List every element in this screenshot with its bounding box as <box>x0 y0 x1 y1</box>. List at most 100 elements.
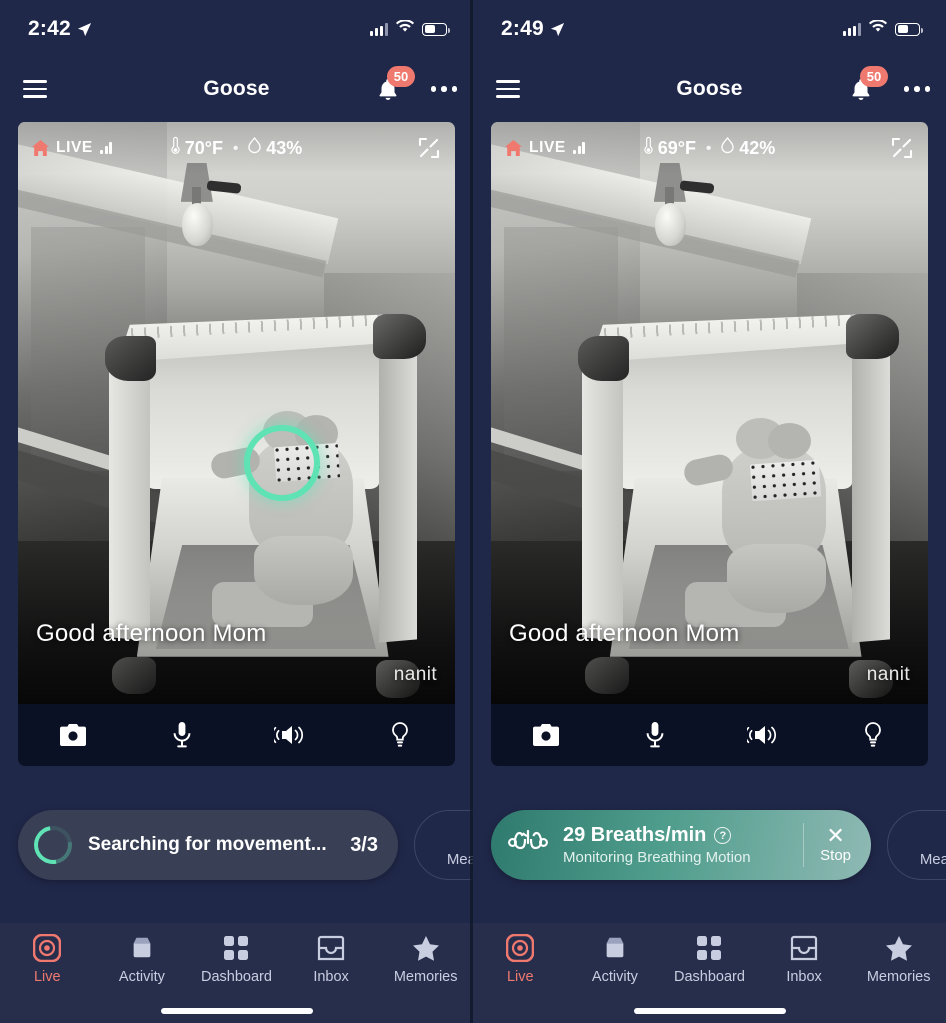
video-overlay-top: LIVE 70°F • 43% <box>18 122 455 174</box>
speaker-sound-icon[interactable] <box>737 711 791 759</box>
tab-memories[interactable]: Memories <box>378 933 473 985</box>
live-video-feed[interactable]: LIVE 70°F • 43% Good afternoon Mom nanit <box>18 122 455 704</box>
home-indicator <box>633 1008 786 1014</box>
inbox-tray-icon <box>316 933 346 963</box>
breathing-detection-ring <box>244 425 320 501</box>
tab-activity[interactable]: Activity <box>568 933 663 985</box>
home-icon <box>32 140 49 156</box>
notifications-button[interactable]: 50 <box>375 66 415 109</box>
stop-monitoring-button[interactable]: ✕ Stop <box>803 823 851 867</box>
video-control-bar <box>491 704 928 766</box>
breathing-rate-value: 29 Breaths/min <box>563 824 707 846</box>
tab-label: Activity <box>118 969 165 985</box>
dashboard-grid-icon <box>221 933 251 963</box>
fullscreen-expand-icon[interactable] <box>417 136 441 160</box>
ios-status-bar: 2:42 <box>0 0 473 58</box>
camera-scene <box>491 122 928 704</box>
nanit-watermark: nanit <box>393 664 437 685</box>
tab-label: Dashboard <box>674 969 745 985</box>
greeting-text: Good afternoon Mom <box>36 620 267 647</box>
humidity-value: 42% <box>739 137 776 158</box>
humidity-value: 43% <box>266 137 303 158</box>
status-bar-right <box>843 19 923 38</box>
speaker-sound-icon[interactable] <box>264 711 318 759</box>
camera-snapshot-button[interactable] <box>519 711 573 759</box>
reading-separator: • <box>232 139 239 157</box>
tab-activity[interactable]: Activity <box>95 933 190 985</box>
home-indicator <box>160 1008 313 1014</box>
bottom-tab-bar: Live Activity Dashboard Inbox Memories <box>0 923 473 1023</box>
microphone-button[interactable] <box>628 711 682 759</box>
tab-dashboard[interactable]: Dashboard <box>662 933 757 985</box>
water-drop-icon <box>248 137 261 159</box>
ceiling-light-fixture <box>171 162 242 246</box>
bottom-tab-bar: Live Activity Dashboard Inbox Memories <box>473 923 946 1023</box>
cellular-signal-icon <box>370 22 388 36</box>
live-label: LIVE <box>529 139 566 156</box>
temperature-reading: 70°F <box>171 136 223 160</box>
lightbulb-icon[interactable] <box>373 711 427 759</box>
battery-icon <box>895 22 923 36</box>
tab-inbox[interactable]: Inbox <box>757 933 852 985</box>
measure-label: Measure <box>919 850 946 868</box>
battery-icon <box>422 22 450 36</box>
live-video-feed[interactable]: LIVE 69°F • 42% Good afternoon Mom nanit <box>491 122 928 704</box>
searching-status-card[interactable]: Searching for movement... 3/3 <box>18 810 398 880</box>
video-overlay-top: LIVE 69°F • 42% <box>491 122 928 174</box>
live-status-group: LIVE <box>32 139 113 157</box>
tab-label: Memories <box>866 969 931 985</box>
live-label: LIVE <box>56 139 93 156</box>
close-x-icon: ✕ <box>826 823 845 848</box>
status-bar-left: 2:49 <box>501 17 565 41</box>
temperature-value: 69°F <box>657 137 696 158</box>
tab-label: Live <box>506 969 534 985</box>
temperature-value: 70°F <box>184 137 223 158</box>
phone-screen-left: 2:42 Goose 50 LIVE 70°F • 43% Good after… <box>0 0 473 1023</box>
thermometer-icon <box>171 136 180 160</box>
thermometer-icon <box>644 136 653 160</box>
tab-inbox[interactable]: Inbox <box>284 933 379 985</box>
breathing-text-group: 29 Breaths/min ? Monitoring Breathing Mo… <box>563 824 803 866</box>
phone-screen-right: 2:49 Goose 50 LIVE 69°F • 42% Good after… <box>473 0 946 1023</box>
breathing-wear-band <box>749 459 822 501</box>
dual-screenshot-stage: 2:42 Goose 50 LIVE 70°F • 43% Good after… <box>0 0 946 1023</box>
fullscreen-expand-icon[interactable] <box>890 136 914 160</box>
reading-separator: • <box>705 139 712 157</box>
water-drop-icon <box>721 137 734 159</box>
tab-label: Live <box>33 969 61 985</box>
star-icon <box>884 933 914 963</box>
tab-label: Inbox <box>313 969 349 985</box>
wifi-icon <box>396 19 414 38</box>
more-options-icon[interactable] <box>430 69 457 109</box>
camera-snapshot-button[interactable] <box>46 711 100 759</box>
ceiling-light-fixture <box>644 162 715 246</box>
status-bar-left: 2:42 <box>28 17 92 41</box>
more-options-icon[interactable] <box>903 69 930 109</box>
loading-spinner-icon <box>26 818 80 872</box>
cellular-signal-icon <box>843 22 861 36</box>
activity-box-icon <box>600 933 630 963</box>
dashboard-grid-icon <box>694 933 724 963</box>
notification-badge: 50 <box>387 66 415 87</box>
question-mark-icon[interactable]: ? <box>714 827 732 844</box>
measure-card[interactable]: Measure <box>414 810 473 880</box>
tab-dashboard[interactable]: Dashboard <box>189 933 284 985</box>
tab-live[interactable]: Live <box>473 933 568 985</box>
measure-card[interactable]: Measure <box>887 810 946 880</box>
camera-scene <box>18 122 455 704</box>
tab-memories[interactable]: Memories <box>851 933 946 985</box>
status-card-row: Searching for movement... 3/3 Measure <box>18 810 473 880</box>
stop-label: Stop <box>820 847 851 864</box>
notifications-button[interactable]: 50 <box>848 66 888 109</box>
star-icon <box>411 933 441 963</box>
inbox-tray-icon <box>789 933 819 963</box>
tab-live[interactable]: Live <box>0 933 95 985</box>
searching-label: Searching for movement... <box>88 834 327 855</box>
humidity-reading: 42% <box>721 137 775 159</box>
status-bar-time: 2:49 <box>501 17 544 40</box>
app-navigation-bar: Goose 50 <box>473 58 946 120</box>
app-navigation-bar: Goose 50 <box>0 58 473 120</box>
microphone-button[interactable] <box>155 711 209 759</box>
breathing-status-card[interactable]: 29 Breaths/min ? Monitoring Breathing Mo… <box>491 810 871 880</box>
lightbulb-icon[interactable] <box>846 711 900 759</box>
